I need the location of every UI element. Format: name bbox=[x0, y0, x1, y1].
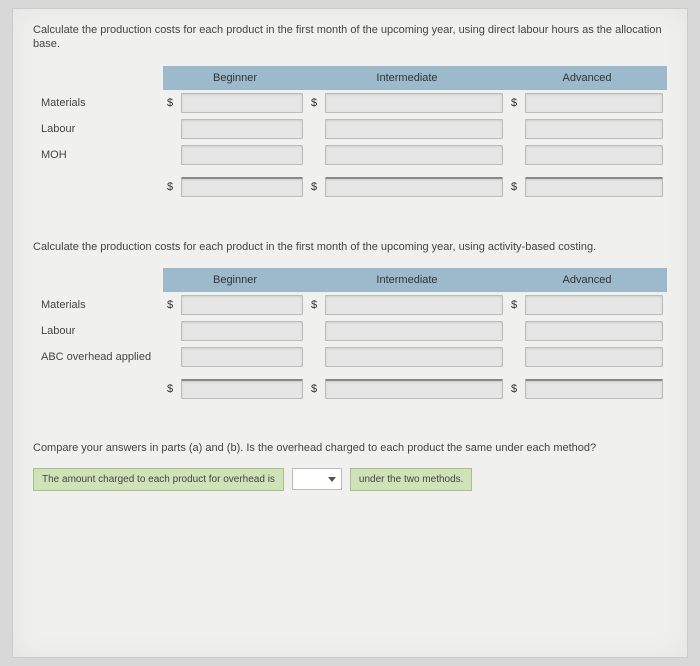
col-beginner: Beginner bbox=[163, 66, 307, 90]
dollar-sign: $ bbox=[311, 383, 325, 395]
prompt-section1: Calculate the production costs for each … bbox=[33, 23, 667, 52]
row-label-abc-overhead: ABC overhead applied bbox=[33, 344, 163, 370]
input-materials-advanced[interactable] bbox=[525, 93, 663, 113]
table-abc: Beginner Intermediate Advanced Materials… bbox=[33, 268, 667, 402]
row-labour-2: Labour bbox=[33, 318, 667, 344]
dollar-sign: $ bbox=[167, 383, 181, 395]
row-label-labour-2: Labour bbox=[33, 318, 163, 344]
table-corner bbox=[33, 268, 163, 292]
input-abc-materials-intermediate[interactable] bbox=[325, 295, 503, 315]
col-beginner-2: Beginner bbox=[163, 268, 307, 292]
row-abc-overhead: ABC overhead applied bbox=[33, 344, 667, 370]
answer-line: The amount charged to each product for o… bbox=[33, 468, 667, 491]
dollar-sign: $ bbox=[511, 299, 525, 311]
input-abc-oh-intermediate[interactable] bbox=[325, 347, 503, 367]
dollar-sign: $ bbox=[311, 181, 325, 193]
input-moh-advanced[interactable] bbox=[525, 145, 663, 165]
input-materials-beginner[interactable] bbox=[181, 93, 303, 113]
input-abc-materials-advanced[interactable] bbox=[525, 295, 663, 315]
input-abc-materials-beginner[interactable] bbox=[181, 295, 303, 315]
input-abc-labour-intermediate[interactable] bbox=[325, 321, 503, 341]
col-intermediate-2: Intermediate bbox=[307, 268, 507, 292]
input-labour-beginner[interactable] bbox=[181, 119, 303, 139]
dollar-sign: $ bbox=[167, 299, 181, 311]
worksheet-page: Calculate the production costs for each … bbox=[12, 8, 688, 658]
dollar-sign: $ bbox=[511, 181, 525, 193]
row-label-labour: Labour bbox=[33, 116, 163, 142]
row-labour: Labour bbox=[33, 116, 667, 142]
answer-dropdown[interactable] bbox=[292, 468, 342, 490]
dollar-sign: $ bbox=[511, 97, 525, 109]
input-abc-labour-beginner[interactable] bbox=[181, 321, 303, 341]
row-label-moh: MOH bbox=[33, 142, 163, 168]
input-labour-advanced[interactable] bbox=[525, 119, 663, 139]
input-abc-total-advanced[interactable] bbox=[525, 379, 663, 399]
row-total: $ $ $ bbox=[33, 168, 667, 200]
col-advanced-2: Advanced bbox=[507, 268, 667, 292]
row-total-2: $ $ $ bbox=[33, 370, 667, 402]
answer-prefix: The amount charged to each product for o… bbox=[33, 468, 284, 491]
dollar-sign: $ bbox=[511, 383, 525, 395]
input-abc-oh-advanced[interactable] bbox=[525, 347, 663, 367]
input-abc-total-beginner[interactable] bbox=[181, 379, 303, 399]
input-abc-total-intermediate[interactable] bbox=[325, 379, 503, 399]
row-materials: Materials $ $ $ bbox=[33, 90, 667, 116]
dollar-sign: $ bbox=[167, 97, 181, 109]
input-materials-intermediate[interactable] bbox=[325, 93, 503, 113]
input-abc-oh-beginner[interactable] bbox=[181, 347, 303, 367]
input-labour-intermediate[interactable] bbox=[325, 119, 503, 139]
dollar-sign: $ bbox=[311, 97, 325, 109]
input-moh-intermediate[interactable] bbox=[325, 145, 503, 165]
dollar-sign: $ bbox=[167, 181, 181, 193]
answer-suffix: under the two methods. bbox=[350, 468, 473, 491]
input-total-beginner[interactable] bbox=[181, 177, 303, 197]
row-label-materials: Materials bbox=[33, 90, 163, 116]
table-direct-labour: Beginner Intermediate Advanced Materials… bbox=[33, 66, 667, 200]
input-total-intermediate[interactable] bbox=[325, 177, 503, 197]
input-moh-beginner[interactable] bbox=[181, 145, 303, 165]
input-total-advanced[interactable] bbox=[525, 177, 663, 197]
row-label-materials-2: Materials bbox=[33, 292, 163, 318]
dollar-sign: $ bbox=[311, 299, 325, 311]
prompt-section3: Compare your answers in parts (a) and (b… bbox=[33, 442, 667, 454]
row-moh: MOH bbox=[33, 142, 667, 168]
col-advanced: Advanced bbox=[507, 66, 667, 90]
prompt-section2: Calculate the production costs for each … bbox=[33, 240, 667, 254]
table-corner bbox=[33, 66, 163, 90]
row-materials-2: Materials $ $ $ bbox=[33, 292, 667, 318]
input-abc-labour-advanced[interactable] bbox=[525, 321, 663, 341]
col-intermediate: Intermediate bbox=[307, 66, 507, 90]
